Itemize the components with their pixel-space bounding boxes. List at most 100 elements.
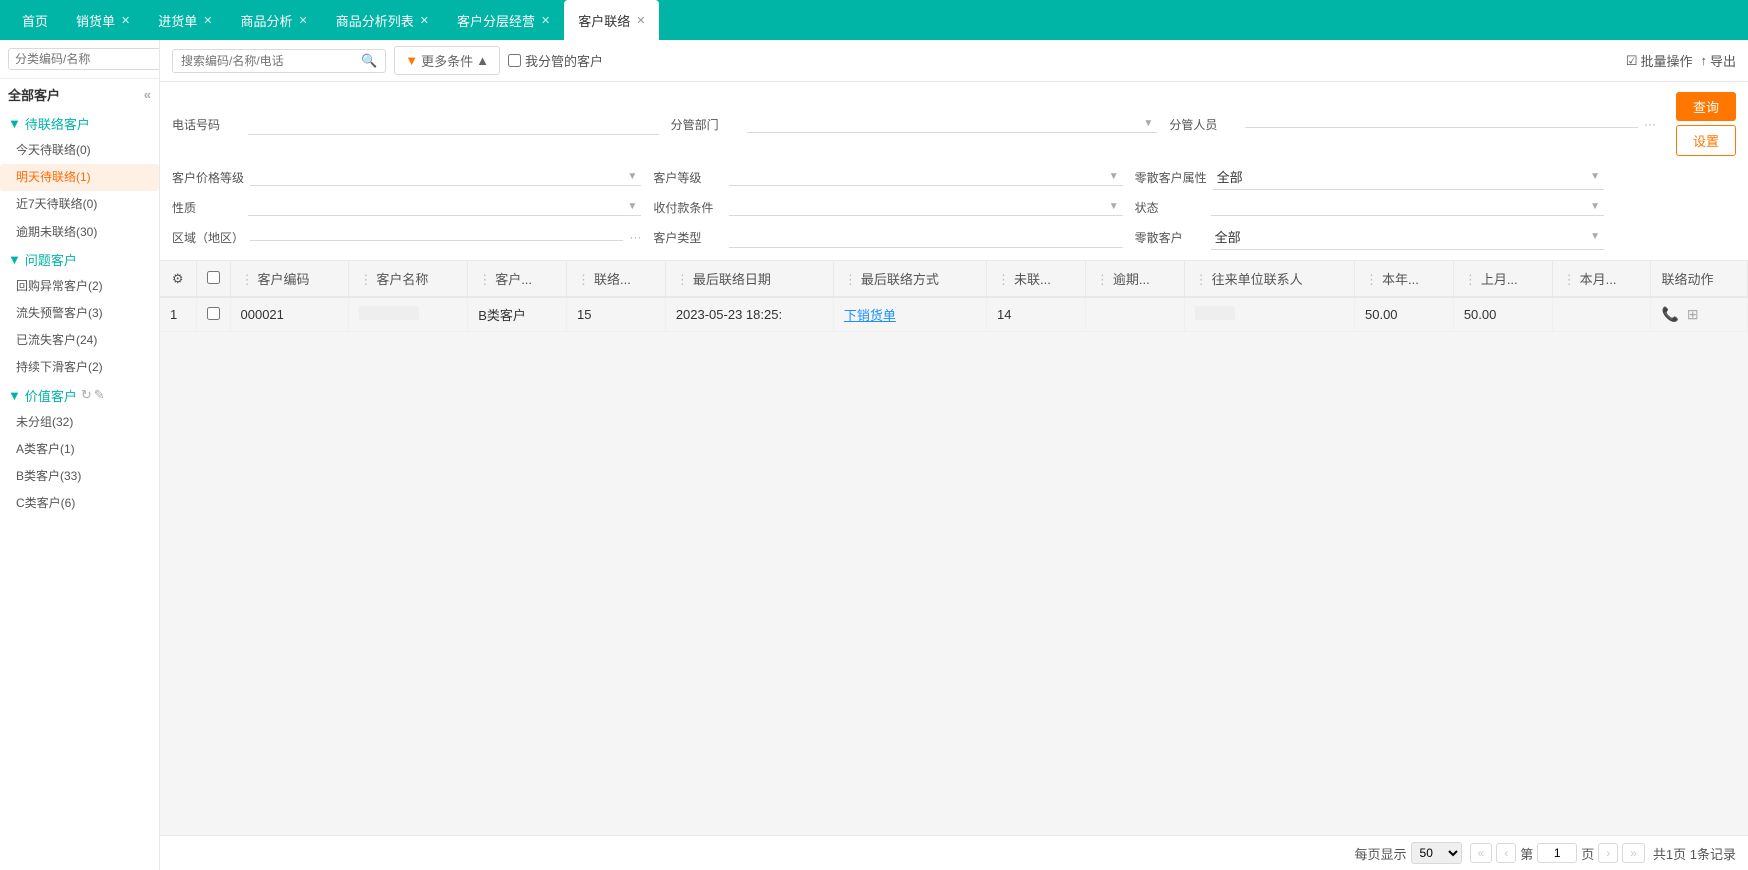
sidebar-group-pending[interactable]: ▼ 待联络客户 (0, 110, 159, 137)
close-product-analysis-list-icon[interactable]: ✕ (420, 14, 429, 27)
sidebar-item-7days[interactable]: 近7天待联络(0) (0, 191, 159, 218)
sidebar-item-churned[interactable]: 已流失客户(24) (0, 327, 159, 354)
nature-select[interactable]: ▼ (248, 198, 641, 216)
cell-checkbox[interactable] (196, 297, 230, 332)
col-this-year-handle[interactable]: ⋮ (1365, 272, 1378, 287)
cell-index: 1 (160, 297, 196, 332)
customer-type-input[interactable] (729, 227, 1122, 248)
select-all-checkbox[interactable] (207, 271, 220, 284)
my-customers-checkbox-area[interactable]: 我分管的客户 (508, 51, 603, 70)
my-customers-checkbox[interactable] (508, 54, 521, 67)
sidebar-item-churn-warning[interactable]: 流失预警客户(3) (0, 300, 159, 327)
sidebar-all-customers[interactable]: 全部客户 « (0, 79, 159, 110)
export-button[interactable]: ↑ 导出 (1700, 51, 1736, 70)
expand-value-icon: ▼ (8, 388, 21, 403)
col-last-method-handle[interactable]: ⋮ (844, 272, 857, 287)
nav-sales-order[interactable]: 销货单 ✕ (62, 0, 144, 40)
retail-attr-select[interactable]: 全部 ▼ (1213, 164, 1604, 190)
sidebar-item-ungrouped[interactable]: 未分组(32) (0, 409, 159, 436)
col-checkbox[interactable] (196, 261, 230, 297)
first-page-button[interactable]: « (1470, 843, 1493, 863)
dept-chevron-icon: ▼ (1143, 118, 1153, 129)
cell-row-actions: 📞 ⊞ (1651, 297, 1748, 332)
search-submit-icon[interactable]: 🔍 (361, 53, 377, 69)
page-number-input[interactable] (1537, 843, 1577, 863)
prev-page-button[interactable]: ‹ (1496, 843, 1516, 863)
col-category-handle[interactable]: ⋮ (478, 272, 491, 287)
close-customer-contact-icon[interactable]: ✕ (636, 14, 645, 27)
next-page-button[interactable]: › (1598, 843, 1618, 863)
status-chevron-icon: ▼ (1590, 201, 1600, 212)
payment-select[interactable]: ▼ (729, 198, 1122, 216)
col-this-month-handle[interactable]: ⋮ (1563, 272, 1576, 287)
col-gear[interactable]: ⚙ (160, 261, 196, 297)
col-code-handle[interactable]: ⋮ (241, 272, 254, 287)
sidebar-item-repurchase[interactable]: 回购异常客户(2) (0, 273, 159, 300)
table-row: 1 000021 B类客户 15 2023-05-23 18:25: 下销货单 … (160, 297, 1748, 332)
region-input[interactable] (250, 234, 623, 241)
value-group-refresh-icon[interactable]: ↻ (81, 387, 92, 403)
close-purchase-order-icon[interactable]: ✕ (203, 14, 212, 27)
sidebar-item-declining[interactable]: 持续下滑客户(2) (0, 354, 159, 381)
sidebar-search-input[interactable] (8, 48, 160, 70)
region-ellipsis-icon[interactable]: ··· (629, 230, 641, 244)
price-level-label: 客户价格等级 (172, 169, 244, 186)
sidebar-item-overdue[interactable]: 逾期未联络(30) (0, 219, 159, 246)
payment-chevron-icon: ▼ (1109, 201, 1119, 212)
sidebar-item-tomorrow[interactable]: 明天待联络(1) (0, 164, 159, 191)
nav-product-analysis[interactable]: 商品分析 ✕ (226, 0, 321, 40)
close-sales-order-icon[interactable]: ✕ (121, 14, 130, 27)
customer-level-select[interactable]: ▼ (729, 168, 1122, 186)
retail-customer-select[interactable]: 全部 ▼ (1211, 224, 1604, 250)
filter-field-retail-attr: 零散客户属性 全部 ▼ (1135, 164, 1604, 190)
manager-input[interactable] (1245, 121, 1638, 128)
close-product-analysis-icon[interactable]: ✕ (299, 14, 308, 27)
footer: 每页显示 50 20 100 « ‹ 第 页 › » 共1页 1条记录 (160, 835, 1748, 870)
collapse-icon[interactable]: « (144, 87, 151, 102)
manager-ellipsis-icon[interactable]: ··· (1644, 117, 1656, 131)
page-size-select[interactable]: 50 20 100 (1411, 842, 1462, 864)
nav-product-analysis-list[interactable]: 商品分析列表 ✕ (322, 0, 443, 40)
col-no-contact-handle[interactable]: ⋮ (997, 272, 1010, 287)
col-last-date-handle[interactable]: ⋮ (676, 272, 689, 287)
phone-action-icon[interactable]: 📞 (1661, 306, 1678, 323)
col-last-month-handle[interactable]: ⋮ (1464, 272, 1477, 287)
col-name-handle[interactable]: ⋮ (359, 272, 372, 287)
last-method-link[interactable]: 下销货单 (844, 308, 896, 323)
retail-customer-chevron-icon: ▼ (1590, 231, 1600, 242)
nav-customer-contact[interactable]: 客户联络 ✕ (564, 0, 659, 40)
phone-input[interactable] (248, 114, 659, 135)
phone-label: 电话号码 (172, 116, 242, 133)
col-overdue-handle[interactable]: ⋮ (1096, 272, 1109, 287)
last-page-button[interactable]: » (1622, 843, 1645, 863)
page-label: 第 (1520, 844, 1533, 863)
query-button[interactable]: 查询 (1676, 92, 1736, 121)
nav-purchase-order[interactable]: 进货单 ✕ (144, 0, 226, 40)
value-group-edit-icon[interactable]: ✎ (94, 387, 105, 403)
grid-action-icon[interactable]: ⊞ (1687, 306, 1699, 323)
row-checkbox[interactable] (207, 307, 220, 320)
search-input[interactable] (181, 54, 361, 68)
sidebar-item-a-class[interactable]: A类客户(1) (0, 436, 159, 463)
dept-select[interactable]: ▼ (747, 115, 1158, 133)
batch-op-button[interactable]: ☑ 批量操作 (1626, 51, 1693, 70)
col-contact-person-handle[interactable]: ⋮ (1195, 272, 1208, 287)
status-select[interactable]: ▼ (1211, 198, 1604, 216)
page-unit: 页 (1581, 844, 1594, 863)
sidebar-item-b-class[interactable]: B类客户(33) (0, 463, 159, 490)
sidebar-group-value[interactable]: ▼ 价值客户 ↻ ✎ (0, 382, 159, 409)
sidebar-item-c-class[interactable]: C类客户(6) (0, 490, 159, 517)
filter-field-customer-level: 客户等级 ▼ (653, 168, 1122, 186)
price-level-select[interactable]: ▼ (250, 168, 641, 186)
nav-customer-layering[interactable]: 客户分层经营 ✕ (443, 0, 564, 40)
sidebar-group-problem[interactable]: ▼ 问题客户 (0, 246, 159, 273)
col-contact-count-handle[interactable]: ⋮ (577, 272, 590, 287)
nav-home[interactable]: 首页 (8, 0, 62, 40)
more-filter-button[interactable]: ▼ 更多条件 ▲ (394, 46, 500, 75)
sidebar-item-today[interactable]: 今天待联络(0) (0, 137, 159, 164)
filter-row-2: 客户价格等级 ▼ 客户等级 ▼ 零散客户属性 全部 (172, 164, 1736, 190)
close-customer-layering-icon[interactable]: ✕ (541, 14, 550, 27)
cell-last-method[interactable]: 下销货单 (833, 297, 986, 332)
set-button[interactable]: 设置 (1676, 125, 1736, 156)
table-scroll[interactable]: ⚙ ⋮客户编码 ⋮客户名称 ⋮客户... ⋮联络... ⋮最后联络日期 ⋮最后联… (160, 261, 1748, 835)
